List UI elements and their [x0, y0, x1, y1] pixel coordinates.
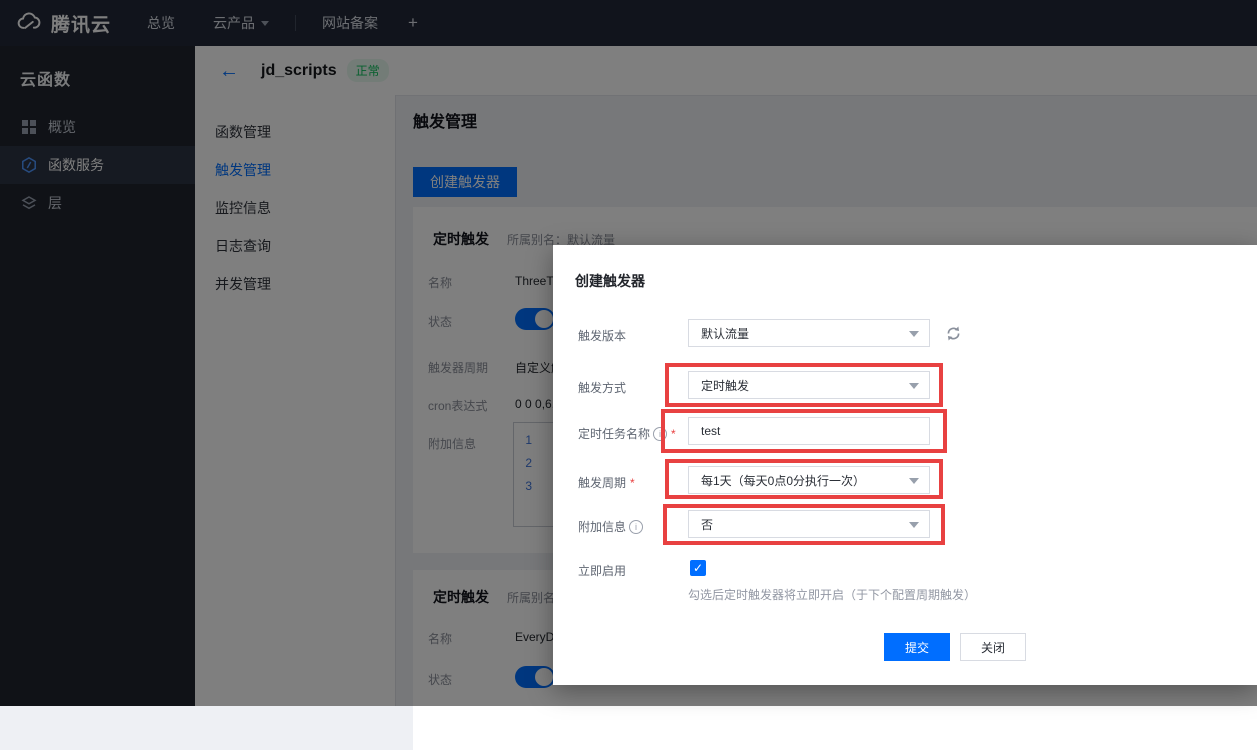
label-trigger-version: 触发版本 [578, 327, 626, 344]
dropdown-caret-icon [909, 522, 919, 528]
label-task-name: 定时任务名称 i * [578, 425, 676, 442]
label-trigger-period: 触发周期 * [578, 474, 635, 491]
info-icon[interactable]: i [653, 427, 667, 441]
trigger-period-select[interactable]: 每1天（每天0点0分执行一次） [688, 466, 930, 494]
label-extra-info: 附加信息 i [578, 518, 643, 535]
dialog-title: 创建触发器 [575, 271, 645, 291]
trigger-method-select[interactable]: 定时触发 [688, 371, 930, 399]
label-trigger-method: 触发方式 [578, 379, 626, 396]
required-asterisk: * [630, 476, 635, 490]
create-trigger-dialog: 创建触发器 触发版本 默认流量 触发方式 定时触发 定时任务名称 i * 触发周… [553, 245, 1257, 685]
dropdown-caret-icon [909, 478, 919, 484]
submit-button[interactable]: 提交 [884, 633, 950, 661]
info-icon[interactable]: i [629, 520, 643, 534]
refresh-icon[interactable] [945, 325, 962, 342]
extra-info-select[interactable]: 否 [688, 510, 930, 538]
task-name-input[interactable] [688, 417, 930, 445]
enable-now-checkbox[interactable]: ✓ [690, 560, 706, 576]
close-button[interactable]: 关闭 [960, 633, 1026, 661]
required-asterisk: * [671, 427, 676, 441]
label-enable-now: 立即启用 [578, 562, 626, 579]
dropdown-caret-icon [909, 331, 919, 337]
dropdown-caret-icon [909, 383, 919, 389]
check-icon: ✓ [693, 561, 703, 575]
trigger-version-select[interactable]: 默认流量 [688, 319, 930, 347]
enable-help-text: 勾选后定时触发器将立即开启（于下个配置周期触发） [688, 586, 976, 603]
